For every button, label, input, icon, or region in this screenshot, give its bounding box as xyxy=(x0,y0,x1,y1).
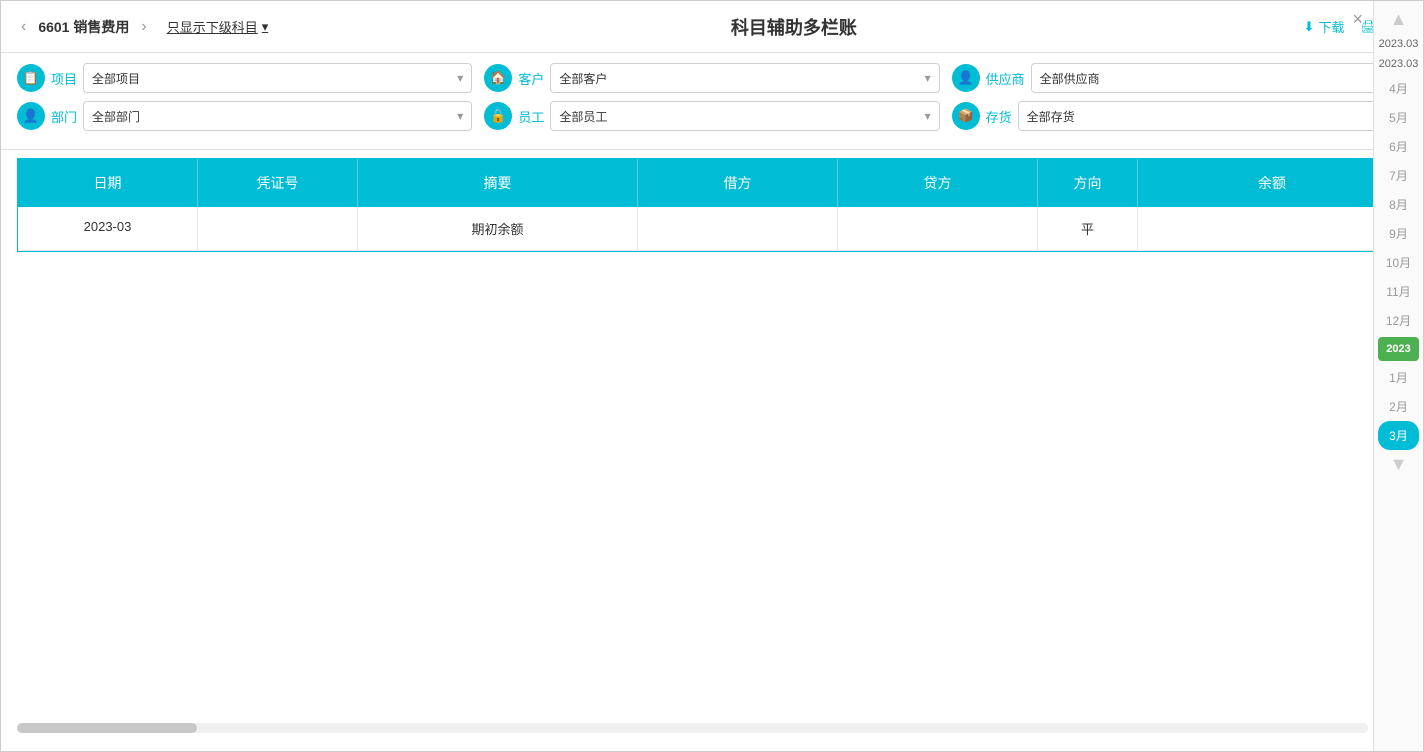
inventory-value: 全部存货 xyxy=(1027,108,1075,125)
header: ‹ 6601 销售费用 › 只显示下级科目 ▾ 科目辅助多栏账 ⬇ 下载 🖨 打… xyxy=(1,1,1423,53)
account-code: 6601 销售费用 xyxy=(30,17,137,37)
dept-filter: 👤 部门 全部部门 ▾ xyxy=(17,101,472,131)
col-balance: 余额 xyxy=(1138,159,1406,207)
filter-area: 📋 项目 全部项目 ▾ 🏠 客户 全部客户 ▾ 👤 供应商 xyxy=(1,53,1423,150)
dept-icon: 👤 xyxy=(17,102,45,130)
timeline-item-4[interactable]: 4月 xyxy=(1374,74,1423,103)
staff-filter: 🔒 员工 全部员工 ▾ xyxy=(484,101,939,131)
col-date: 日期 xyxy=(18,159,198,207)
timeline-up-button[interactable]: ▲ xyxy=(1386,5,1412,34)
col-summary: 摘要 xyxy=(358,159,638,207)
supplier-filter: 👤 供应商 全部供应商 ▾ xyxy=(952,63,1407,93)
staff-arrow: ▾ xyxy=(925,109,931,123)
supplier-value: 全部供应商 xyxy=(1040,70,1100,87)
horizontal-scrollbar[interactable] xyxy=(17,723,1368,733)
show-sub-label: 只显示下级科目 xyxy=(167,17,258,36)
cell-direction: 平 xyxy=(1038,207,1138,250)
customer-filter: 🏠 客户 全部客户 ▾ xyxy=(484,63,939,93)
col-debit: 借方 xyxy=(638,159,838,207)
timeline-year-2023[interactable]: 2023 xyxy=(1378,337,1419,361)
customer-value: 全部客户 xyxy=(559,70,607,87)
cell-voucher xyxy=(198,207,358,250)
cell-debit xyxy=(638,207,838,250)
timeline-down-button[interactable]: ▼ xyxy=(1386,450,1412,479)
timeline-sidebar: ▲ 2023.03 2023.03 4月 5月 6月 7月 8月 9月 10月 … xyxy=(1373,1,1423,752)
staff-select[interactable]: 全部员工 ▾ xyxy=(550,101,939,131)
table-header: 日期 凭证号 摘要 借方 贷方 方向 余额 xyxy=(18,159,1406,207)
timeline-item-12[interactable]: 12月 xyxy=(1374,306,1423,335)
timeline-entry-2023-03-1[interactable]: 2023.03 xyxy=(1374,34,1423,54)
timeline-item-10[interactable]: 10月 xyxy=(1374,248,1423,277)
chevron-down-icon: ▾ xyxy=(262,19,269,35)
inventory-icon: 📦 xyxy=(952,102,980,130)
prev-account-button[interactable]: ‹ xyxy=(17,18,30,36)
inventory-filter: 📦 存货 全部存货 ▾ xyxy=(952,101,1407,131)
supplier-icon: 👤 xyxy=(952,64,980,92)
staff-value: 全部员工 xyxy=(559,108,607,125)
next-account-button[interactable]: › xyxy=(137,18,150,36)
col-voucher: 凭证号 xyxy=(198,159,358,207)
project-filter: 📋 项目 全部项目 ▾ xyxy=(17,63,472,93)
timeline-item-6[interactable]: 6月 xyxy=(1374,132,1423,161)
project-select[interactable]: 全部项目 ▾ xyxy=(83,63,472,93)
table-container: 日期 凭证号 摘要 借方 贷方 方向 余额 2023-03 期初余额 平 xyxy=(17,158,1407,252)
staff-label: 员工 xyxy=(518,107,544,126)
dept-label: 部门 xyxy=(51,107,77,126)
dept-select[interactable]: 全部部门 ▾ xyxy=(83,101,472,131)
supplier-select[interactable]: 全部供应商 ▾ xyxy=(1031,63,1407,93)
project-icon: 📋 xyxy=(17,64,45,92)
cell-summary: 期初余额 xyxy=(358,207,638,250)
inventory-select[interactable]: 全部存货 ▾ xyxy=(1018,101,1407,131)
cell-credit xyxy=(838,207,1038,250)
page-title: 科目辅助多栏账 xyxy=(284,14,1303,40)
col-credit: 贷方 xyxy=(838,159,1038,207)
customer-icon: 🏠 xyxy=(484,64,512,92)
table-body: 2023-03 期初余额 平 xyxy=(18,207,1406,251)
staff-icon: 🔒 xyxy=(484,102,512,130)
filter-row-2: 👤 部门 全部部门 ▾ 🔒 员工 全部员工 ▾ 📦 存货 xyxy=(17,101,1407,131)
inventory-label: 存货 xyxy=(986,107,1012,126)
timeline-item-7[interactable]: 7月 xyxy=(1374,161,1423,190)
project-label: 项目 xyxy=(51,69,77,88)
show-sub-button[interactable]: 只显示下级科目 ▾ xyxy=(151,17,285,36)
dept-arrow: ▾ xyxy=(457,109,463,123)
timeline-item-5[interactable]: 5月 xyxy=(1374,103,1423,132)
cell-date: 2023-03 xyxy=(18,207,198,250)
download-button[interactable]: ⬇ 下载 xyxy=(1304,17,1345,36)
timeline-item-jan[interactable]: 1月 xyxy=(1374,363,1423,392)
main-window: × ‹ 6601 销售费用 › 只显示下级科目 ▾ 科目辅助多栏账 ⬇ 下载 🖨… xyxy=(0,0,1424,752)
close-button[interactable]: × xyxy=(1352,9,1363,30)
scroll-thumb xyxy=(17,723,197,733)
cell-balance xyxy=(1138,207,1406,250)
dept-value: 全部部门 xyxy=(92,108,140,125)
project-value: 全部项目 xyxy=(92,70,140,87)
timeline-item-9[interactable]: 9月 xyxy=(1374,219,1423,248)
col-direction: 方向 xyxy=(1038,159,1138,207)
timeline-item-11[interactable]: 11月 xyxy=(1374,277,1423,306)
timeline-item-8[interactable]: 8月 xyxy=(1374,190,1423,219)
project-arrow: ▾ xyxy=(457,71,463,85)
download-icon: ⬇ xyxy=(1304,19,1315,35)
supplier-label: 供应商 xyxy=(986,69,1025,88)
customer-select[interactable]: 全部客户 ▾ xyxy=(550,63,939,93)
filter-row-1: 📋 项目 全部项目 ▾ 🏠 客户 全部客户 ▾ 👤 供应商 xyxy=(17,63,1407,93)
table-row: 2023-03 期初余额 平 xyxy=(18,207,1406,251)
timeline-item-feb[interactable]: 2月 xyxy=(1374,392,1423,421)
customer-label: 客户 xyxy=(518,69,544,88)
customer-arrow: ▾ xyxy=(925,71,931,85)
timeline-entry-2023-03-2[interactable]: 2023.03 xyxy=(1374,54,1423,74)
timeline-item-mar-active[interactable]: 3月 xyxy=(1378,421,1419,450)
